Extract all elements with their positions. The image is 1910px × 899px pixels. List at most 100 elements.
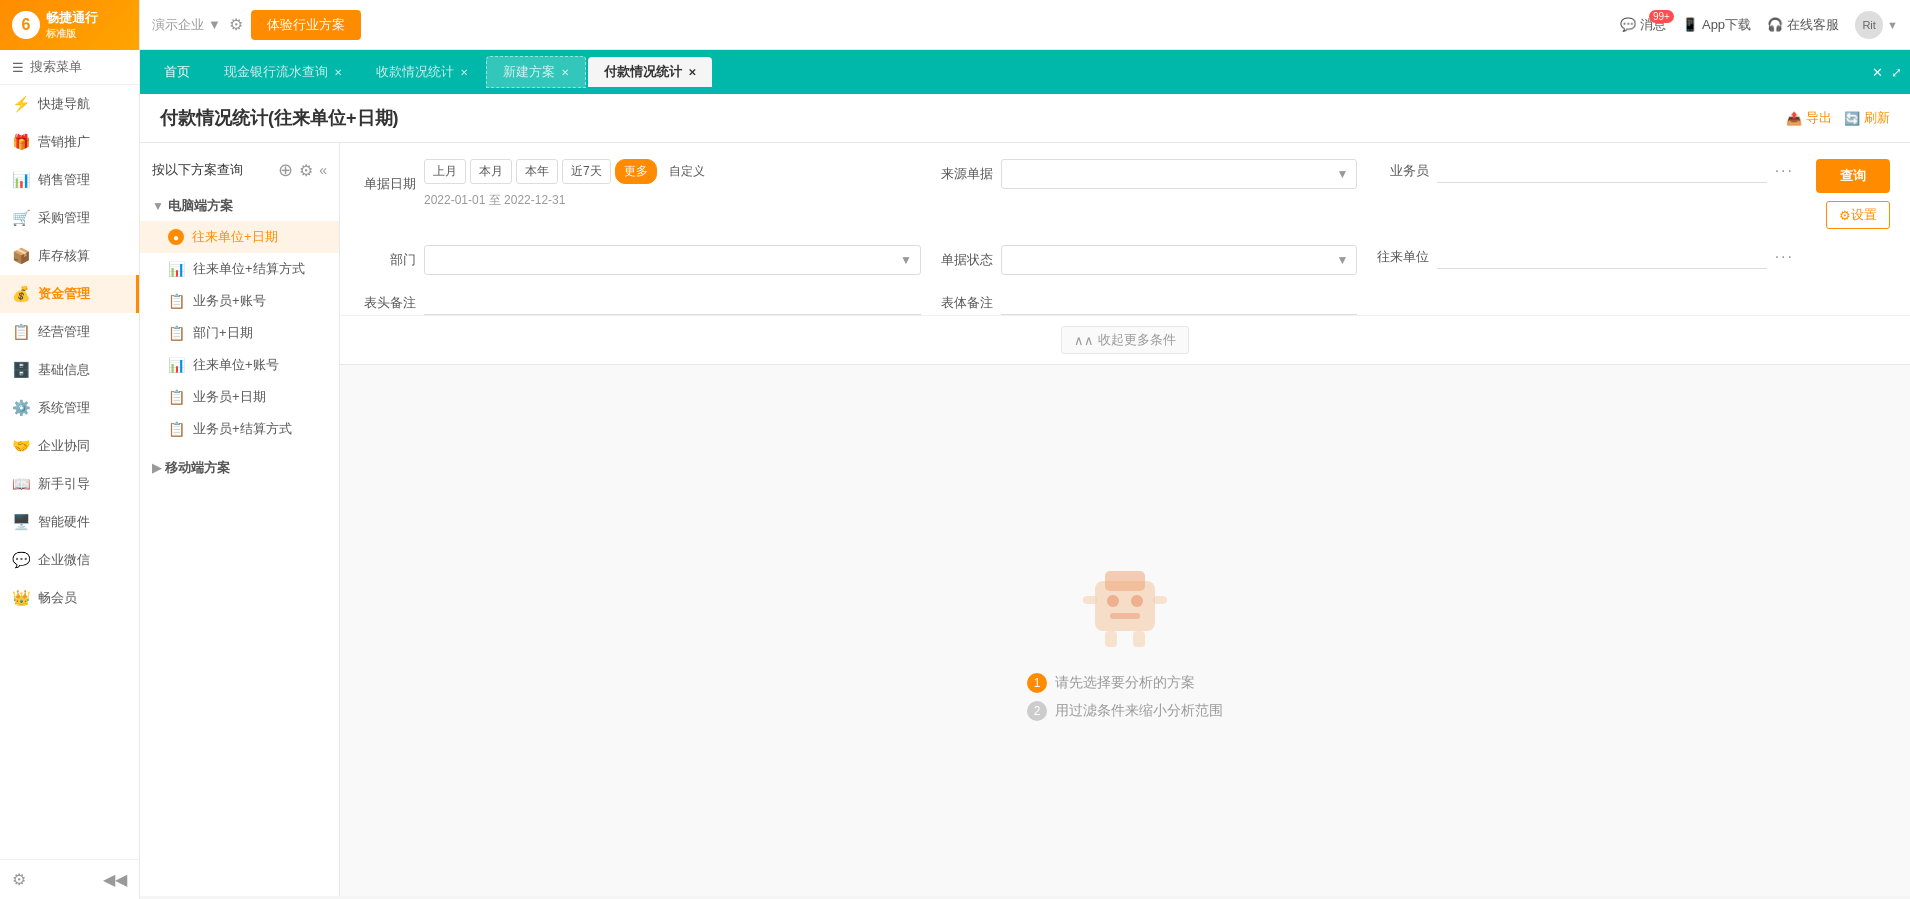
app-icon: 📱: [1682, 17, 1698, 32]
sidebar-item-label: 销售管理: [38, 171, 90, 189]
tab-receipt-close-icon[interactable]: ✕: [460, 67, 468, 78]
tab-bank-flow[interactable]: 现金银行流水查询 ✕: [208, 57, 358, 87]
date-btn-7days[interactable]: 近7天: [562, 159, 611, 184]
sidebar-item-operation[interactable]: 📋 经营管理: [0, 313, 139, 351]
sidebar-item-wechat[interactable]: 💬 企业微信: [0, 541, 139, 579]
collapse-sidebar-icon[interactable]: ◀◀: [103, 870, 127, 889]
sidebar-item-label: 库存核算: [38, 247, 90, 265]
settings-filter-btn[interactable]: ⚙ 设置: [1826, 201, 1890, 229]
sidebar-item-finance[interactable]: 💰 资金管理: [0, 275, 139, 313]
mobile-group-collapse-icon: ▶: [152, 461, 161, 475]
collapse-up-icon: ∧∧: [1074, 333, 1094, 348]
scheme-item-icon: 📋: [168, 325, 185, 341]
mobile-group-header[interactable]: ▶ 移动端方案: [140, 453, 339, 483]
date-btn-more[interactable]: 更多: [615, 159, 657, 184]
trial-btn[interactable]: 体验行业方案: [251, 10, 361, 40]
filter-item-dept: 部门 ▼: [360, 245, 921, 275]
scheme-item-label: 往来单位+结算方式: [193, 260, 305, 278]
tab-home[interactable]: 首页: [148, 57, 206, 87]
dept-dropdown-icon: ▼: [900, 253, 912, 267]
sidebar-item-purchase[interactable]: 🛒 采购管理: [0, 199, 139, 237]
scheme-item-staff-account[interactable]: 📋 业务员+账号: [140, 285, 339, 317]
tabs-bar: 首页 现金银行流水查询 ✕ 收款情况统计 ✕ 新建方案 ✕ 付款情况统计 ✕ ✕…: [140, 50, 1910, 94]
collapse-conditions-btn[interactable]: ∧∧ 收起更多条件: [1061, 326, 1189, 354]
source-select[interactable]: ▼: [1001, 159, 1358, 189]
tab-payment-stats[interactable]: 付款情况统计 ✕: [588, 57, 712, 87]
page-header: 付款情况统计(往来单位+日期) 📤 导出 🔄 刷新: [140, 94, 1910, 143]
scheme-item-label: 业务员+日期: [193, 388, 266, 406]
tab-receipt-stats-label: 收款情况统计: [376, 63, 454, 81]
sidebar-item-member[interactable]: 👑 畅会员: [0, 579, 139, 617]
tab-new-scheme-close-icon[interactable]: ✕: [561, 67, 569, 78]
scheme-item-dept-date[interactable]: 📋 部门+日期: [140, 317, 339, 349]
filter-item-body-remark: 表体备注: [937, 291, 1358, 315]
filter-row-2: 部门 ▼ 单据状态 ▼: [360, 245, 1890, 275]
tab-new-scheme[interactable]: 新建方案 ✕: [486, 56, 586, 88]
add-scheme-icon[interactable]: ⊕: [278, 159, 293, 181]
salesman-dots-icon[interactable]: ···: [1775, 162, 1794, 180]
partner-filter-label: 往来单位: [1373, 248, 1429, 266]
dept-select[interactable]: ▼: [424, 245, 921, 275]
query-btn[interactable]: 查询: [1816, 159, 1890, 193]
sidebar-item-label: 畅会员: [38, 589, 77, 607]
expand-icon[interactable]: ⤢: [1891, 65, 1902, 80]
filter-row-3: 表头备注 表体备注: [360, 291, 1890, 315]
empty-robot-icon: [1065, 541, 1185, 661]
export-btn[interactable]: 📤 导出: [1786, 109, 1832, 127]
scheme-settings-icon[interactable]: ⚙: [299, 161, 313, 180]
scheme-item-staff-settle[interactable]: 📋 业务员+结算方式: [140, 413, 339, 445]
sidebar-item-guide[interactable]: 📖 新手引导: [0, 465, 139, 503]
close-all-tabs-icon[interactable]: ✕: [1872, 65, 1883, 80]
date-btn-this-month[interactable]: 本月: [470, 159, 512, 184]
desktop-group-header[interactable]: ▼ 电脑端方案: [140, 191, 339, 221]
tab-receipt-stats[interactable]: 收款情况统计 ✕: [360, 57, 484, 87]
date-btn-this-year[interactable]: 本年: [516, 159, 558, 184]
filter-item-date: 单据日期 上月 本月 本年 近7天 更多 自定义: [360, 159, 921, 209]
sidebar-item-inventory[interactable]: 📦 库存核算: [0, 237, 139, 275]
date-btn-last-month[interactable]: 上月: [424, 159, 466, 184]
svg-rect-1: [1105, 571, 1145, 591]
partner-input[interactable]: [1437, 245, 1766, 269]
sales-icon: 📊: [12, 171, 30, 189]
salesman-input[interactable]: [1437, 159, 1766, 183]
sidebar-item-sales[interactable]: 📊 销售管理: [0, 161, 139, 199]
filter-item-head-remark: 表头备注: [360, 291, 921, 315]
hardware-icon: 🖥️: [12, 513, 30, 531]
scheme-item-staff-date[interactable]: 📋 业务员+日期: [140, 381, 339, 413]
operation-icon: 📋: [12, 323, 30, 341]
scheme-item-icon: 📋: [168, 421, 185, 437]
sidebar-item-system[interactable]: ⚙️ 系统管理: [0, 389, 139, 427]
sidebar-item-hardware[interactable]: 🖥️ 智能硬件: [0, 503, 139, 541]
partner-dots-icon[interactable]: ···: [1775, 248, 1794, 266]
tab-payment-close-icon[interactable]: ✕: [688, 67, 696, 78]
app-download-btn[interactable]: 📱 App下载: [1682, 16, 1751, 34]
date-btn-custom[interactable]: 自定义: [661, 160, 713, 183]
search-icon: ☰: [12, 60, 24, 75]
sidebar-item-basic[interactable]: 🗄️ 基础信息: [0, 351, 139, 389]
svg-point-3: [1131, 595, 1143, 607]
doc-status-select[interactable]: ▼: [1001, 245, 1358, 275]
sidebar-item-quick-nav[interactable]: ⚡ 快捷导航: [0, 85, 139, 123]
svg-rect-7: [1105, 631, 1117, 647]
scheme-item-partner-settle[interactable]: 📊 往来单位+结算方式: [140, 253, 339, 285]
messages-badge: 99+: [1649, 10, 1674, 23]
scheme-item-partner-date[interactable]: ● 往来单位+日期: [140, 221, 339, 253]
settings-bottom-icon[interactable]: ⚙: [12, 870, 26, 889]
company-selector[interactable]: 演示企业 ▼: [152, 16, 221, 34]
online-service-btn[interactable]: 🎧 在线客服: [1767, 16, 1839, 34]
messages-btn[interactable]: 💬 消息 99+: [1620, 16, 1666, 34]
collapse-panel-icon[interactable]: «: [319, 162, 327, 178]
head-remark-input[interactable]: [424, 291, 921, 315]
body-remark-input[interactable]: [1001, 291, 1358, 315]
scheme-item-partner-account[interactable]: 📊 往来单位+账号: [140, 349, 339, 381]
scheme-item-label: 业务员+账号: [193, 292, 266, 310]
sidebar-item-collab[interactable]: 🤝 企业协同: [0, 427, 139, 465]
search-menu[interactable]: ☰ 搜索菜单: [0, 50, 139, 85]
sidebar-item-marketing[interactable]: 🎁 营销推广: [0, 123, 139, 161]
filter-item-doc-status: 单据状态 ▼: [937, 245, 1358, 275]
scheme-panel-title: 按以下方案查询: [152, 161, 243, 179]
topnav-settings-icon[interactable]: ⚙: [229, 15, 243, 34]
user-avatar[interactable]: Rit ▼: [1855, 11, 1898, 39]
tab-bank-flow-close-icon[interactable]: ✕: [334, 67, 342, 78]
refresh-btn[interactable]: 🔄 刷新: [1844, 109, 1890, 127]
